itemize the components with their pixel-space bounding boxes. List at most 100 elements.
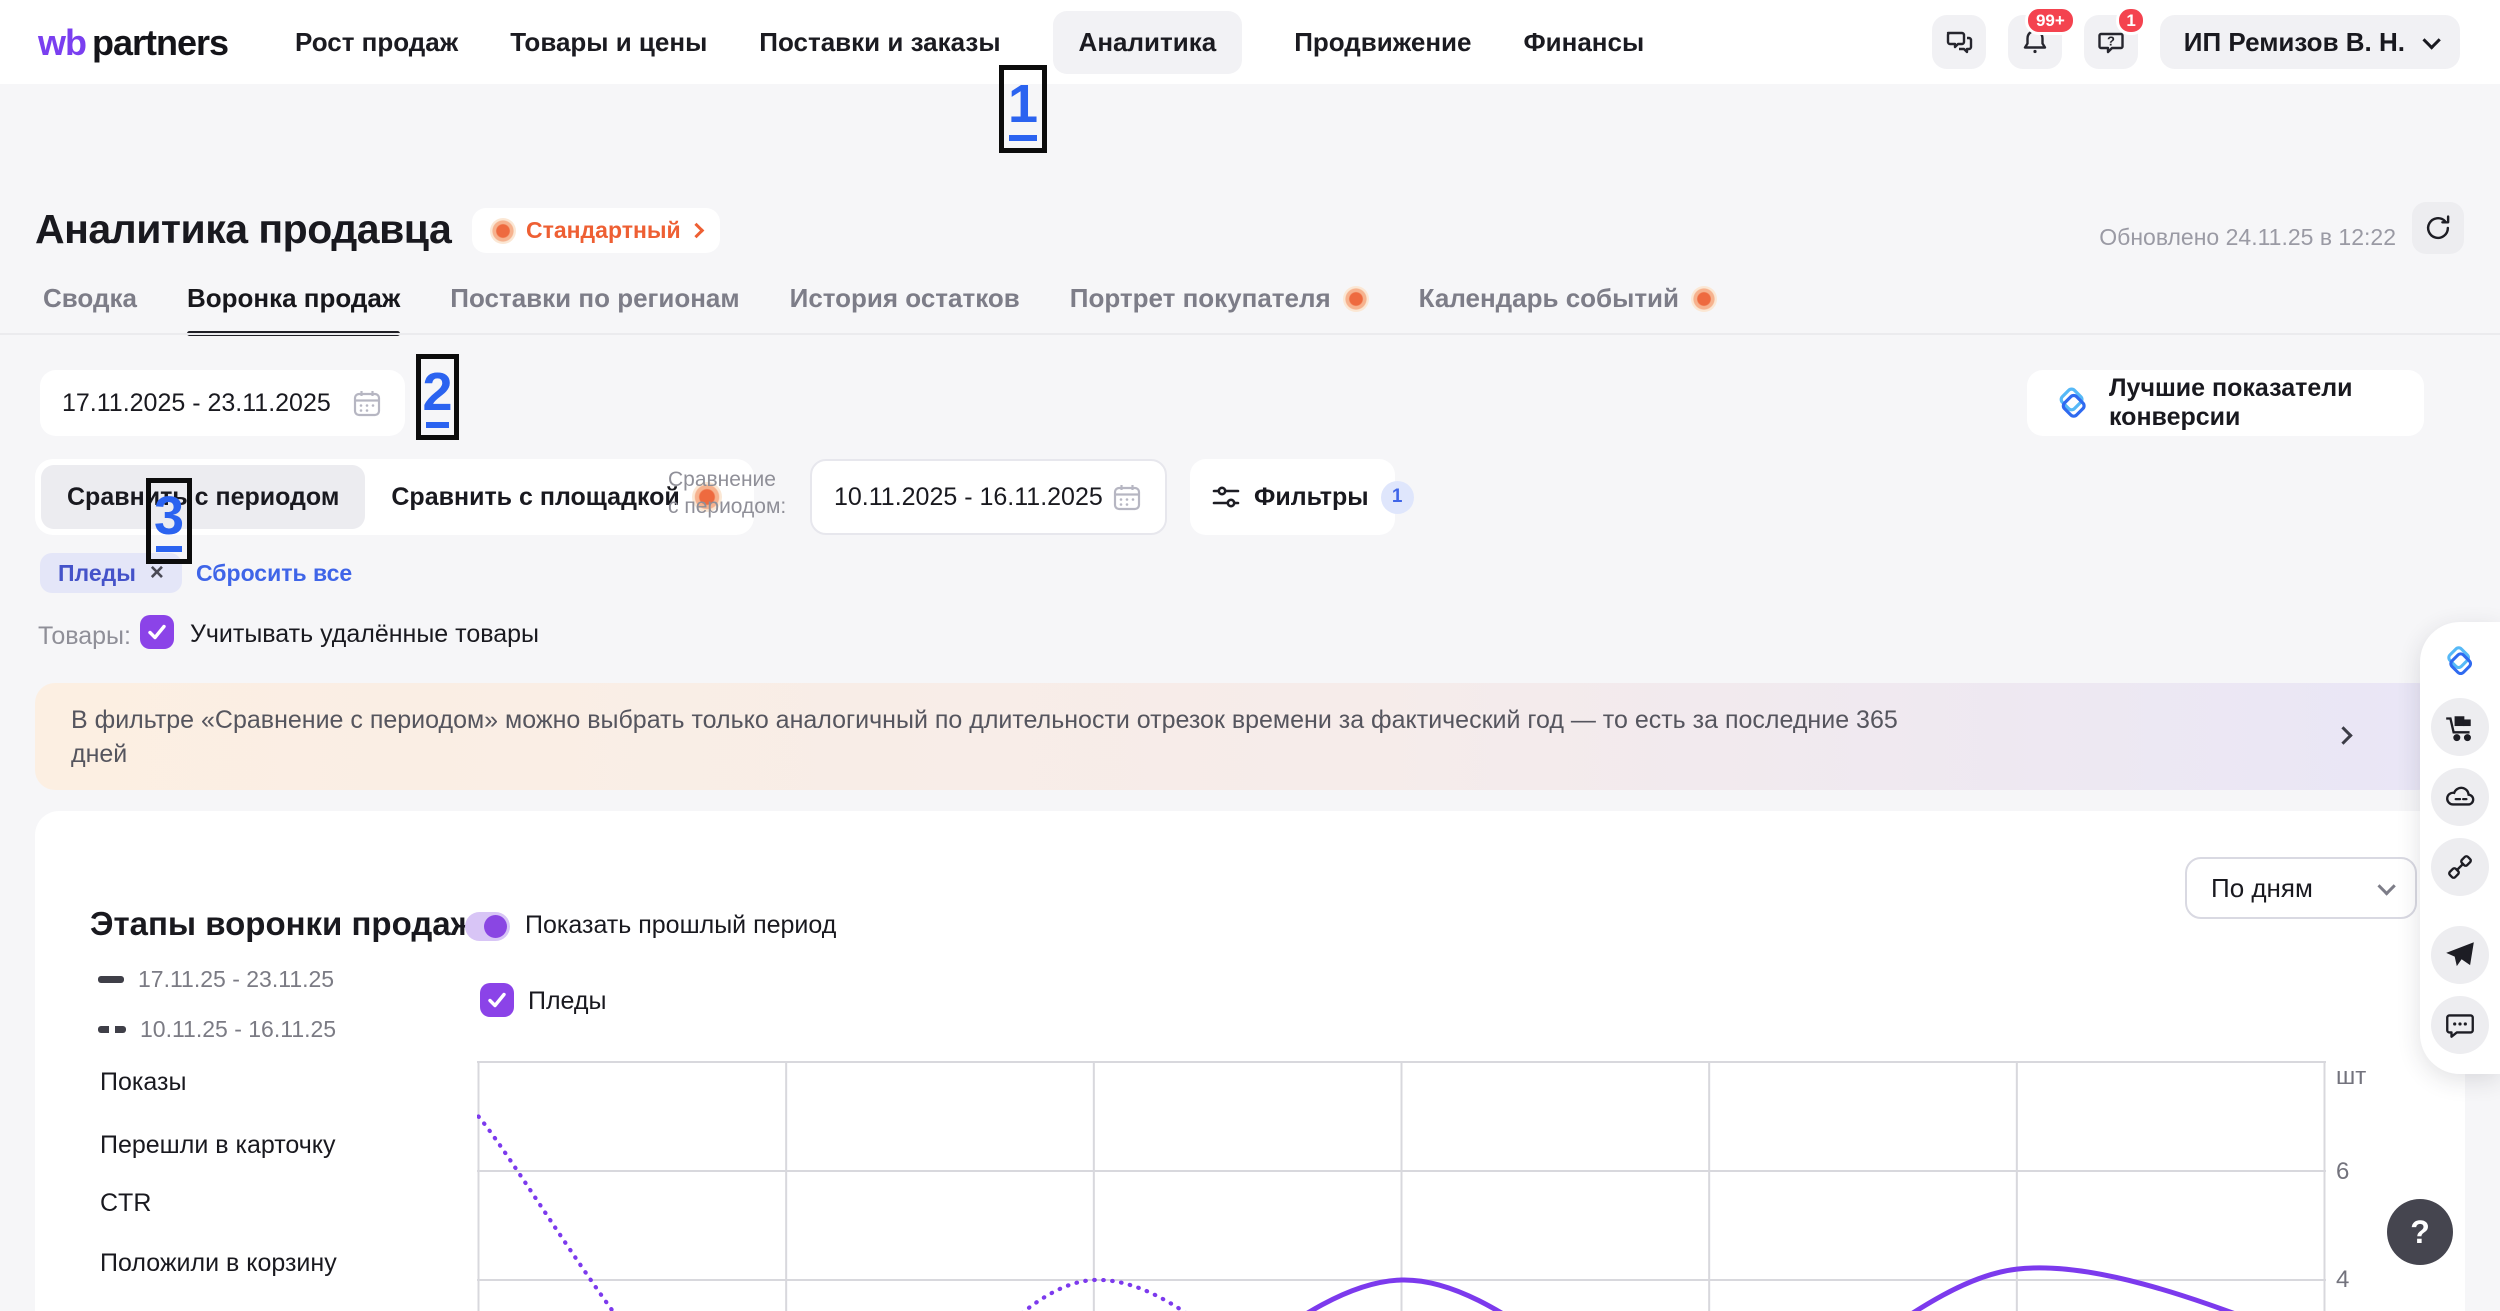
topbar-actions: 99+ ? 1 ИП Ремизов В. Н. (1931, 6, 2460, 69)
connector-tool-button[interactable] (2431, 838, 2489, 896)
top-bar: wb partners Рост продаж Товары и цены Пос… (0, 0, 2500, 84)
annotation-marker-2: 2 (416, 354, 459, 440)
compare-period-date-value: 10.11.2025 - 16.11.2025 (834, 482, 1103, 511)
product-checkbox-label: Пледы (528, 987, 607, 1015)
compare-period-label: Сравнение с периодом: (668, 468, 787, 518)
solid-line-swatch (98, 976, 124, 983)
check-icon (148, 624, 166, 640)
include-deleted-label: Учитывать удалённые товары (190, 620, 539, 648)
tab-buyer-portrait[interactable]: Портрет покупателя (1070, 283, 1369, 336)
funnel-chart-svg (477, 1061, 2326, 1311)
nav-item-finance[interactable]: Финансы (1523, 27, 1644, 58)
send-tool-button[interactable] (2431, 926, 2489, 984)
granularity-value: По дням (2211, 872, 2313, 903)
compare-period-segment[interactable]: Сравнить с периодом (41, 465, 366, 529)
plan-badge[interactable]: Стандартный (472, 208, 720, 253)
compare-period-date-picker[interactable]: 10.11.2025 - 16.11.2025 (810, 459, 1167, 535)
y-axis-tick-6: 6 (2336, 1158, 2350, 1185)
tab-summary[interactable]: Сводка (43, 283, 137, 336)
funnel-section-title: Этапы воронки продаж (90, 905, 475, 942)
layers-diamond-icon[interactable] (2441, 642, 2479, 680)
best-conversion-button[interactable]: Лучшие показатели конверсии (2027, 370, 2424, 436)
side-toolbar (2420, 622, 2500, 1074)
period-date-picker[interactable]: 17.11.2025 - 23.11.2025 (40, 370, 405, 436)
messages-button[interactable] (1931, 15, 1986, 69)
filters-label: Фильтры (1254, 482, 1369, 511)
logo-partners: partners (92, 22, 229, 63)
annotation-marker-1: 1 (999, 65, 1047, 153)
reset-all-link[interactable]: Сбросить все (196, 560, 352, 587)
stage-label-ctr: CTR (100, 1189, 152, 1217)
nav-item-growth[interactable]: Рост продаж (295, 27, 458, 58)
question-mark: ? (2410, 1213, 2430, 1250)
banner-text-line1: В фильтре «Сравнение с периодом» можно в… (71, 706, 1898, 734)
cart-icon (2446, 716, 2471, 742)
filters-button[interactable]: Фильтры 1 (1190, 459, 1414, 535)
include-deleted-checkbox[interactable] (140, 615, 174, 649)
tab-stock-history[interactable]: История остатков (790, 283, 1020, 336)
funnel-chart[interactable] (477, 1057, 2326, 1311)
dashed-line-swatch (98, 1026, 126, 1033)
remove-tag-icon[interactable]: × (150, 561, 164, 585)
paper-plane-icon (2446, 942, 2474, 967)
show-previous-period-label: Показать прошлый период (525, 911, 837, 939)
chevron-right-icon (688, 222, 704, 239)
chevron-down-icon (2377, 876, 2396, 896)
chat-tool-button[interactable] (2431, 996, 2489, 1054)
calendar-icon (351, 387, 383, 419)
tab-regional-supplies[interactable]: Поставки по регионам (450, 283, 739, 336)
tabs-divider (0, 333, 2500, 335)
compare-segmented-control: Сравнить с периодом Сравнить с площадкой (35, 459, 754, 535)
y-axis-tick-4: 4 (2336, 1266, 2350, 1293)
nav-item-supplies[interactable]: Поставки и заказы (759, 27, 1000, 58)
check-icon (488, 992, 506, 1008)
tab-events-calendar[interactable]: Календарь событий (1419, 283, 1718, 336)
refresh-button[interactable] (2412, 202, 2464, 254)
help-fab-button[interactable]: ? (2387, 1199, 2453, 1265)
granularity-select[interactable]: По дням (2185, 857, 2417, 919)
toggle-knob (484, 915, 507, 938)
banner-text-line2: дней (71, 740, 128, 768)
cloud-tool-button[interactable] (2431, 768, 2489, 826)
show-previous-period-toggle[interactable] (465, 912, 510, 941)
cloud-icon (2446, 786, 2475, 806)
nav-item-analytics[interactable]: Аналитика (1052, 10, 1243, 74)
product-pledy-checkbox[interactable] (480, 983, 514, 1017)
period-date-value: 17.11.2025 - 23.11.2025 (62, 388, 331, 417)
page-title: Аналитика продавца (35, 206, 452, 252)
main-nav: Рост продаж Товары и цены Поставки и зак… (295, 0, 1644, 84)
orange-dot-icon (1342, 285, 1369, 312)
cart-tool-button[interactable] (2431, 698, 2489, 756)
notifications-badge: 99+ (2024, 6, 2076, 35)
chat-dots-icon (2446, 1014, 2474, 1038)
account-name: ИП Ремизов В. Н. (2183, 26, 2405, 57)
legend-previous-period: 10.11.25 - 16.11.25 (98, 1016, 336, 1043)
best-conversion-label: Лучшие показатели конверсии (2109, 374, 2353, 431)
orange-dot-icon (1691, 285, 1718, 312)
svg-text:?: ? (2107, 34, 2115, 49)
sliders-icon (1210, 481, 1242, 513)
analytics-tabs: Сводка Воронка продаж Поставки по регион… (43, 283, 1718, 336)
account-menu[interactable]: ИП Ремизов В. Н. (2159, 15, 2460, 69)
help-center-button[interactable]: ? 1 (2083, 6, 2146, 69)
nav-item-promotion[interactable]: Продвижение (1294, 27, 1471, 58)
info-banner: В фильтре «Сравнение с периодом» можно в… (35, 683, 2438, 790)
logo-wb: wb (38, 22, 87, 63)
annotation-marker-3: 3 (146, 478, 192, 564)
plug-icon (2448, 855, 2472, 879)
notifications-button[interactable]: 99+ (2007, 6, 2076, 69)
filters-count-badge: 1 (1380, 480, 1414, 514)
plan-badge-label: Стандартный (526, 217, 681, 243)
chat-bubbles-icon (1943, 26, 1975, 58)
wb-partners-logo[interactable]: wb partners (38, 22, 229, 64)
tab-sales-funnel[interactable]: Воронка продаж (186, 283, 401, 336)
updated-timestamp: Обновлено 24.11.25 в 12:22 (2099, 224, 2396, 250)
nav-item-goods[interactable]: Товары и цены (510, 27, 707, 58)
stage-label-card-opens: Перешли в карточку (100, 1131, 336, 1159)
chevron-down-icon (2422, 30, 2441, 50)
legend-current-period: 17.11.25 - 23.11.25 (98, 966, 334, 993)
app-screen: wb partners Рост продаж Товары и цены Пос… (0, 0, 2500, 1311)
goods-label: Товары: (38, 622, 131, 650)
refresh-icon (2423, 213, 2453, 243)
filter-tag-label: Пледы (58, 559, 136, 586)
